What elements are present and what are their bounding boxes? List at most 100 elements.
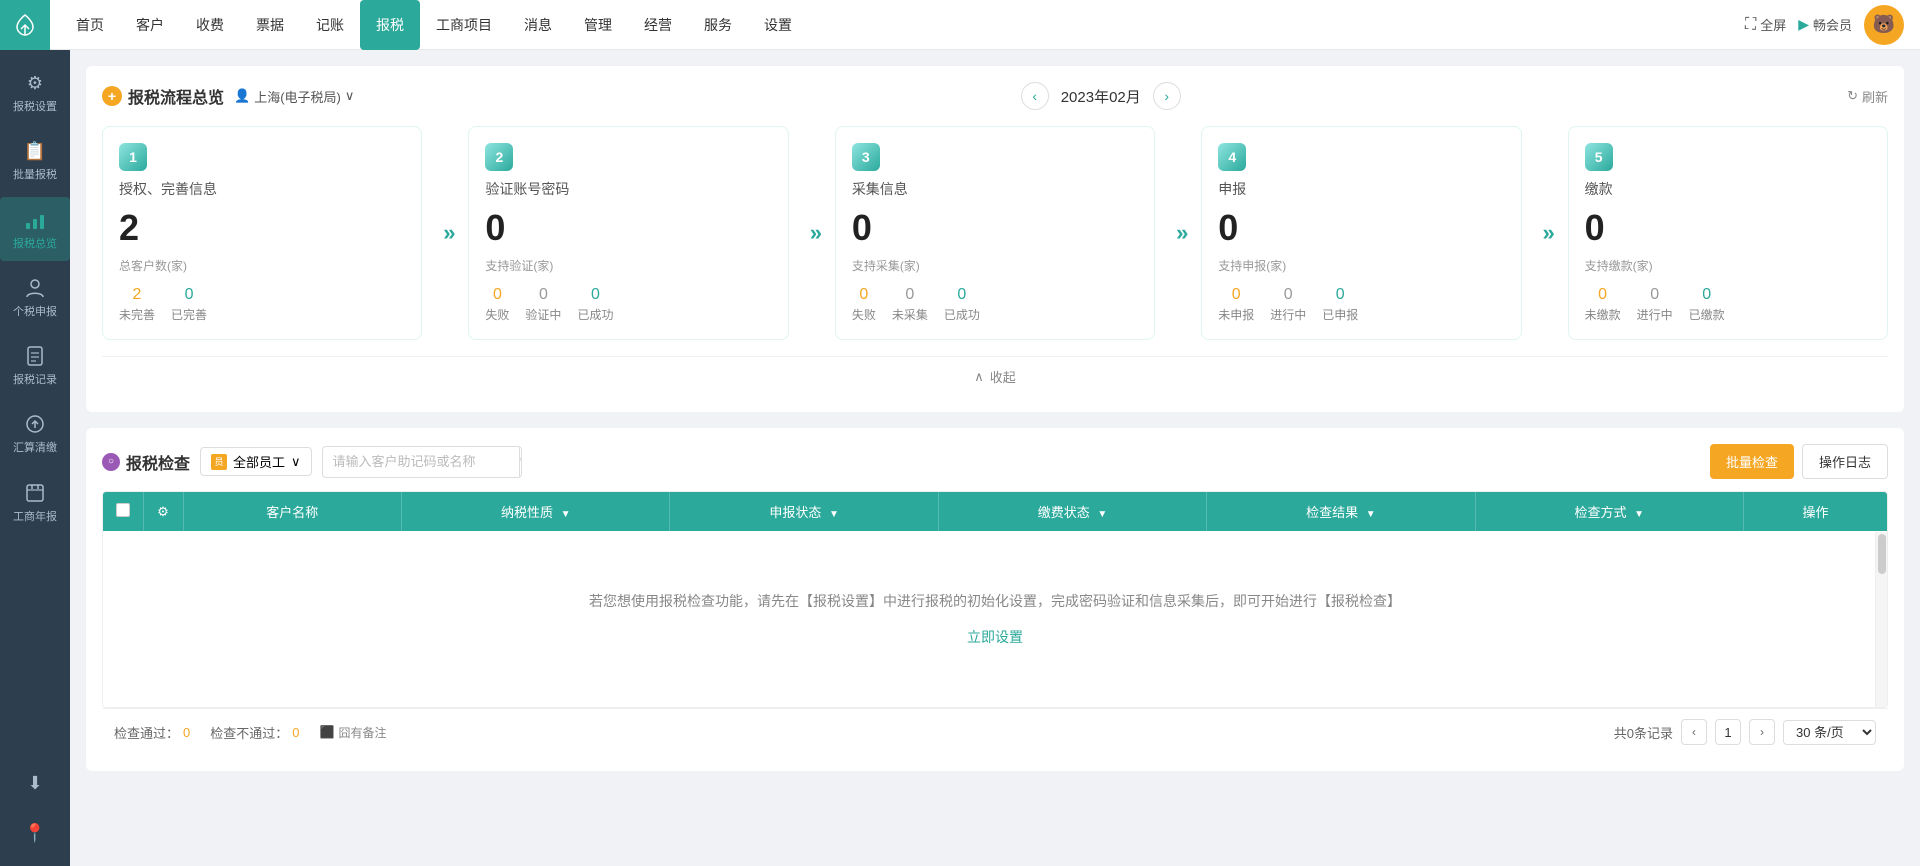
tax-check-title: ○ 报税检查 bbox=[102, 450, 190, 474]
scrollbar-thumb bbox=[1878, 534, 1886, 574]
step-1-title: 授权、完善信息 bbox=[119, 179, 405, 199]
location-tag[interactable]: 👤 上海(电子税局) ∨ bbox=[234, 87, 354, 106]
sidebar-item-tax-overview[interactable]: 报税总览 bbox=[0, 197, 70, 261]
declare-status-filter-icon[interactable]: ▼ bbox=[829, 509, 839, 520]
step-1-stat-1: 0 已完善 bbox=[171, 286, 207, 323]
sidebar-item-tax-record[interactable]: 报税记录 bbox=[0, 333, 70, 397]
header-checkbox[interactable] bbox=[116, 503, 130, 517]
step-1-count: 2 bbox=[119, 207, 405, 249]
step-5-stat-0: 0 未缴款 bbox=[1585, 286, 1621, 323]
step-2-stat-2: 0 已成功 bbox=[577, 286, 613, 323]
nav-customer[interactable]: 客户 bbox=[120, 0, 180, 50]
tax-check-section: ○ 报税检查 员 全部员工 ∨ 🔍 批量检查 操作日志 bbox=[86, 428, 1904, 771]
table-footer: 检查通过： 0 检查不通过： 0 ⬛ 囧有备注 共0条记录 ‹ 1 bbox=[102, 708, 1888, 755]
operation-log-button[interactable]: 操作日志 bbox=[1802, 444, 1888, 479]
nav-business[interactable]: 工商项目 bbox=[420, 0, 508, 50]
member-button[interactable]: ▶ 畅会员 bbox=[1798, 15, 1852, 34]
prev-page-button[interactable]: ‹ bbox=[1681, 719, 1707, 745]
sidebar: ⚙ 报税设置 📋 批量报税 报税总览 个 bbox=[0, 50, 70, 866]
sidebar-item-annual-report[interactable]: 工商年报 bbox=[0, 470, 70, 534]
step-2-stats: 0 失败 0 验证中 0 已成功 bbox=[485, 286, 771, 323]
arrow-4: » bbox=[1534, 126, 1564, 340]
nav-operation[interactable]: 经营 bbox=[628, 0, 688, 50]
nav-tax[interactable]: 报税 bbox=[360, 0, 420, 50]
step-2-stat-1: 0 验证中 bbox=[525, 286, 561, 323]
footer-pass-stat: 检查通过： 0 bbox=[114, 723, 190, 742]
customer-search-input[interactable] bbox=[323, 449, 519, 474]
customer-search-button[interactable]: 🔍 bbox=[519, 447, 522, 477]
step-3-num: 3 bbox=[852, 143, 880, 171]
employee-filter-dropdown[interactable]: 员 全部员工 ∨ bbox=[200, 447, 312, 476]
step-5-stats: 0 未缴款 0 进行中 0 已缴款 bbox=[1585, 286, 1871, 323]
step-5-subtitle: 支持缴款(家) bbox=[1585, 257, 1871, 274]
arrow-2: » bbox=[801, 126, 831, 340]
sidebar-item-tax-settings[interactable]: ⚙ 报税设置 bbox=[0, 60, 70, 124]
app-logo[interactable] bbox=[0, 0, 50, 50]
location-icon: 📍 bbox=[22, 820, 48, 846]
step-4-subtitle: 支持申报(家) bbox=[1218, 257, 1504, 274]
refresh-button[interactable]: ↻ 刷新 bbox=[1847, 87, 1888, 106]
step-1-stats: 2 未完善 0 已完善 bbox=[119, 286, 405, 323]
pass-count-link[interactable]: 0 bbox=[183, 725, 190, 740]
current-month: 2023年02月 bbox=[1061, 86, 1141, 107]
sidebar-item-clearing[interactable]: 汇算清缴 bbox=[0, 401, 70, 465]
pay-status-filter-icon[interactable]: ▼ bbox=[1097, 509, 1107, 520]
next-month-button[interactable]: › bbox=[1153, 82, 1181, 110]
step-1-subtitle: 总客户数(家) bbox=[119, 257, 405, 274]
nav-home[interactable]: 首页 bbox=[60, 0, 120, 50]
nav-settings[interactable]: 设置 bbox=[748, 0, 808, 50]
sidebar-bottom: ⬇ 📍 bbox=[0, 760, 70, 866]
table-scrollbar[interactable] bbox=[1875, 532, 1887, 707]
refresh-icon: ↻ bbox=[1847, 88, 1858, 104]
sidebar-item-location[interactable]: 📍 bbox=[0, 810, 70, 856]
step-2-count: 0 bbox=[485, 207, 771, 249]
clearing-icon bbox=[22, 411, 48, 437]
collapse-up-icon: ∧ bbox=[974, 369, 984, 385]
main-layout: ⚙ 报税设置 📋 批量报税 报税总览 个 bbox=[0, 50, 1920, 866]
nav-service[interactable]: 服务 bbox=[688, 0, 748, 50]
process-steps: 1 授权、完善信息 2 总客户数(家) 2 未完善 0 已完善 bbox=[102, 126, 1888, 340]
column-settings: ⚙ bbox=[143, 492, 183, 531]
prev-month-button[interactable]: ‹ bbox=[1021, 82, 1049, 110]
column-settings-icon[interactable]: ⚙ bbox=[157, 504, 169, 519]
customer-search-box: 🔍 bbox=[322, 446, 522, 478]
nav-management[interactable]: 管理 bbox=[568, 0, 628, 50]
table-empty-cell: 若您想使用报税检查功能，请先在【报税设置】中进行报税的初始化设置，完成密码验证和… bbox=[103, 531, 1887, 707]
step-5: 5 缴款 0 支持缴款(家) 0 未缴款 0 进行中 bbox=[1568, 126, 1888, 340]
check-title-icon: ○ bbox=[102, 453, 120, 471]
nav-fee[interactable]: 收费 bbox=[180, 0, 240, 50]
table-header: ⚙ 客户名称 纳税性质 ▼ 申报状态 ▼ bbox=[103, 492, 1887, 531]
top-navigation: 首页 客户 收费 票据 记账 报税 工商项目 消息 管理 经营 服务 设置 ⛶ … bbox=[0, 0, 1920, 50]
step-4-stat-0: 0 未申报 bbox=[1218, 286, 1254, 323]
sidebar-item-batch-tax[interactable]: 📋 批量报税 bbox=[0, 128, 70, 192]
setup-link[interactable]: 立即设置 bbox=[967, 629, 1023, 645]
collapse-button[interactable]: ∧ 收起 bbox=[102, 356, 1888, 396]
footer-note-badge: ⬛ 囧有备注 bbox=[320, 723, 387, 742]
note-icon: ⬛ bbox=[320, 725, 335, 739]
next-page-button[interactable]: › bbox=[1749, 719, 1775, 745]
batch-tax-icon: 📋 bbox=[22, 138, 48, 164]
step-5-num: 5 bbox=[1585, 143, 1613, 171]
check-method-filter-icon[interactable]: ▼ bbox=[1634, 509, 1644, 520]
sidebar-item-download[interactable]: ⬇ bbox=[0, 760, 70, 806]
fullscreen-icon: ⛶ bbox=[1745, 16, 1756, 34]
nav-accounting[interactable]: 记账 bbox=[300, 0, 360, 50]
nav-invoice[interactable]: 票据 bbox=[240, 0, 300, 50]
nav-message[interactable]: 消息 bbox=[508, 0, 568, 50]
column-tax-type: 纳税性质 ▼ bbox=[402, 492, 670, 531]
mascot-avatar[interactable]: 🐻 bbox=[1864, 5, 1904, 45]
step-3-stat-1: 0 未采集 bbox=[892, 286, 928, 323]
fail-count-link[interactable]: 0 bbox=[292, 725, 299, 740]
page-size-select[interactable]: 30 条/页 50 条/页 100 条/页 bbox=[1783, 720, 1876, 745]
tax-type-filter-icon[interactable]: ▼ bbox=[561, 509, 571, 520]
tax-record-icon bbox=[22, 343, 48, 369]
table-empty-row: 若您想使用报税检查功能，请先在【报税设置】中进行报税的初始化设置，完成密码验证和… bbox=[103, 531, 1887, 707]
member-icon: ▶ bbox=[1798, 16, 1809, 33]
arrow-1: » bbox=[434, 126, 464, 340]
batch-check-button[interactable]: 批量检查 bbox=[1710, 444, 1794, 479]
check-result-filter-icon[interactable]: ▼ bbox=[1366, 509, 1376, 520]
column-declare-status: 申报状态 ▼ bbox=[670, 492, 938, 531]
sidebar-item-personal-tax[interactable]: 个税申报 bbox=[0, 265, 70, 329]
fullscreen-button[interactable]: ⛶ 全屏 bbox=[1745, 15, 1786, 34]
main-nav: 首页 客户 收费 票据 记账 报税 工商项目 消息 管理 经营 服务 设置 bbox=[60, 0, 1745, 50]
